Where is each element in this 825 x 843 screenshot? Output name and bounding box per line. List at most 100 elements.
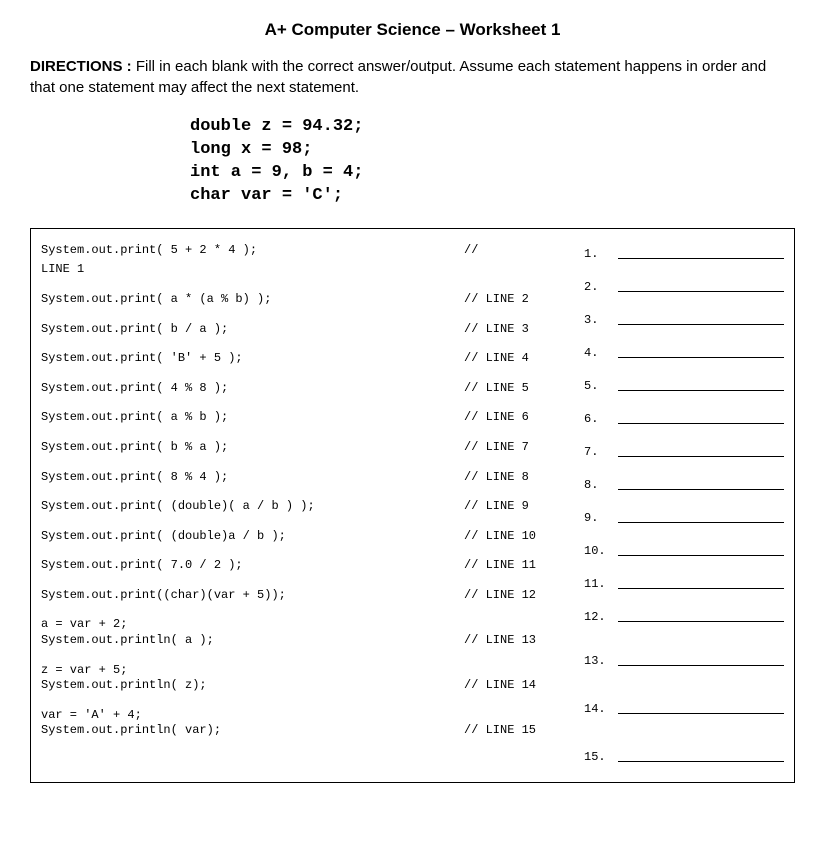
code-line: System.out.print( 8 % 4 ); // LINE 8 — [41, 470, 574, 486]
code-statement: a = var + 2; System.out.println( a ); — [41, 617, 464, 648]
directions-label: DIRECTIONS : — [30, 58, 132, 75]
code-statement: System.out.print( a * (a % b) ); — [41, 292, 464, 308]
answer-number: 14. — [584, 702, 618, 716]
answer-number: 7. — [584, 445, 618, 459]
answer-number: 2. — [584, 280, 618, 294]
answer-row: 12. — [584, 606, 784, 624]
code-statement: System.out.print( 8 % 4 ); — [41, 470, 464, 486]
code-line-extra: LINE 1 — [41, 262, 574, 278]
code-line: z = var + 5; System.out.println( z); // … — [41, 663, 574, 694]
code-line: System.out.print( 'B' + 5 ); // LINE 4 — [41, 351, 574, 367]
directions-text: Fill in each blank with the correct answ… — [30, 58, 766, 96]
code-line: var = 'A' + 4; System.out.println( var);… — [41, 708, 574, 739]
answer-row: 6. — [584, 408, 784, 426]
answer-blank[interactable] — [618, 700, 784, 714]
answer-number: 6. — [584, 412, 618, 426]
code-statement: System.out.print( (double)( a / b ) ); — [41, 499, 464, 515]
answer-number: 3. — [584, 313, 618, 327]
code-statement: LINE 1 — [41, 262, 464, 278]
code-statement: System.out.print( a % b ); — [41, 410, 464, 426]
answer-row: 5. — [584, 375, 784, 393]
code-line: System.out.print( a * (a % b) ); // LINE… — [41, 292, 574, 308]
answer-blank[interactable] — [618, 311, 784, 325]
answer-row: 2. — [584, 276, 784, 294]
code-statement: System.out.print( (double)a / b ); — [41, 529, 464, 545]
code-comment: // LINE 14 — [464, 678, 574, 694]
answer-blank[interactable] — [618, 377, 784, 391]
answer-row: 13. — [584, 650, 784, 668]
answer-blank[interactable] — [618, 608, 784, 622]
answer-number: 13. — [584, 654, 618, 668]
answer-blank[interactable] — [618, 575, 784, 589]
code-comment — [464, 262, 574, 278]
code-line: System.out.print((char)(var + 5)); // LI… — [41, 588, 574, 604]
code-comment: // LINE 4 — [464, 351, 574, 367]
code-statement: System.out.print( 'B' + 5 ); — [41, 351, 464, 367]
answer-row: 10. — [584, 540, 784, 558]
answer-blank[interactable] — [618, 542, 784, 556]
answer-number: 11. — [584, 577, 618, 591]
answer-number: 12. — [584, 610, 618, 624]
answer-blank[interactable] — [618, 476, 784, 490]
answer-number: 1. — [584, 247, 618, 261]
code-comment: // LINE 3 — [464, 322, 574, 338]
code-comment: // LINE 13 — [464, 633, 574, 649]
code-statement: System.out.print( b / a ); — [41, 322, 464, 338]
answer-blank[interactable] — [618, 748, 784, 762]
code-line: System.out.print( b / a ); // LINE 3 — [41, 322, 574, 338]
answer-number: 15. — [584, 750, 618, 764]
code-comment: // LINE 5 — [464, 381, 574, 397]
code-statement: System.out.print( 7.0 / 2 ); — [41, 558, 464, 574]
code-statement: System.out.print( b % a ); — [41, 440, 464, 456]
code-line: System.out.print( (double)( a / b ) ); /… — [41, 499, 574, 515]
answer-blank[interactable] — [618, 410, 784, 424]
answer-row: 15. — [584, 746, 784, 764]
answer-row: 14. — [584, 698, 784, 716]
code-line: System.out.print( 7.0 / 2 ); // LINE 11 — [41, 558, 574, 574]
code-comment: // LINE 6 — [464, 410, 574, 426]
code-comment: // LINE 10 — [464, 529, 574, 545]
answer-row: 9. — [584, 507, 784, 525]
answer-row: 4. — [584, 342, 784, 360]
code-comment: // LINE 9 — [464, 499, 574, 515]
code-comment: // LINE 2 — [464, 292, 574, 308]
code-line: System.out.print( 5 + 2 * 4 ); // — [41, 243, 574, 259]
code-line: System.out.print( 4 % 8 ); // LINE 5 — [41, 381, 574, 397]
code-comment: // — [464, 243, 574, 259]
answer-row: 7. — [584, 441, 784, 459]
answer-blank[interactable] — [618, 443, 784, 457]
code-statement: System.out.print((char)(var + 5)); — [41, 588, 464, 604]
answer-number: 9. — [584, 511, 618, 525]
answer-blank[interactable] — [618, 509, 784, 523]
code-statement: z = var + 5; System.out.println( z); — [41, 663, 464, 694]
variable-declarations: double z = 94.32; long x = 98; int a = 9… — [190, 116, 795, 208]
answer-blank[interactable] — [618, 652, 784, 666]
code-comment: // LINE 12 — [464, 588, 574, 604]
directions: DIRECTIONS : Fill in each blank with the… — [30, 56, 795, 98]
answer-row: 11. — [584, 573, 784, 591]
answer-number: 8. — [584, 478, 618, 492]
code-statement: System.out.print( 5 + 2 * 4 ); — [41, 243, 464, 259]
answer-row: 3. — [584, 309, 784, 327]
answer-number: 4. — [584, 346, 618, 360]
code-comment: // LINE 15 — [464, 723, 574, 739]
code-comment: // LINE 8 — [464, 470, 574, 486]
code-comment: // LINE 7 — [464, 440, 574, 456]
answer-number: 10. — [584, 544, 618, 558]
answer-blank[interactable] — [618, 344, 784, 358]
code-line: System.out.print( a % b ); // LINE 6 — [41, 410, 574, 426]
code-statement: var = 'A' + 4; System.out.println( var); — [41, 708, 464, 739]
answer-row: 8. — [584, 474, 784, 492]
code-comment: // LINE 11 — [464, 558, 574, 574]
worksheet-box: System.out.print( 5 + 2 * 4 ); // LINE 1… — [30, 228, 795, 783]
code-column: System.out.print( 5 + 2 * 4 ); // LINE 1… — [41, 243, 574, 764]
answer-blank[interactable] — [618, 278, 784, 292]
answer-row: 1. — [584, 243, 784, 261]
answers-column: 1. 2. 3. 4. 5. 6. 7. 8. — [584, 243, 784, 764]
code-statement: System.out.print( 4 % 8 ); — [41, 381, 464, 397]
answer-blank[interactable] — [618, 245, 784, 259]
worksheet-title: A+ Computer Science – Worksheet 1 — [30, 20, 795, 40]
code-line: System.out.print( (double)a / b ); // LI… — [41, 529, 574, 545]
answer-number: 5. — [584, 379, 618, 393]
code-line: System.out.print( b % a ); // LINE 7 — [41, 440, 574, 456]
